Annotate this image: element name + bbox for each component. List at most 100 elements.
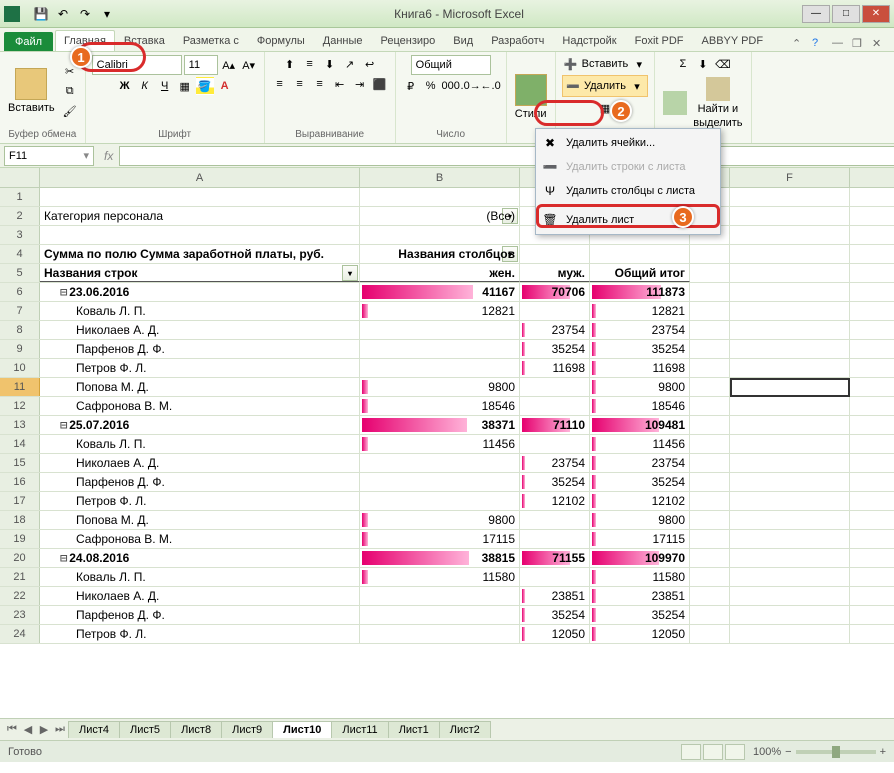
sheet-tab[interactable]: Лист2 [439, 721, 491, 738]
cell[interactable]: 11698 [520, 359, 590, 377]
align-center-icon[interactable]: ≡ [291, 75, 309, 93]
sheet-tab[interactable]: Лист9 [221, 721, 273, 738]
sheet-nav-last-icon[interactable]: ⏭ [52, 722, 68, 738]
delete-cells-label[interactable]: Удалить [584, 80, 626, 92]
cell[interactable] [690, 397, 730, 415]
row-header[interactable]: 21 [0, 568, 40, 586]
cell[interactable] [520, 302, 590, 320]
cell[interactable] [690, 435, 730, 453]
sort-filter-button[interactable] [661, 89, 689, 117]
row-header[interactable]: 20 [0, 549, 40, 567]
cell[interactable] [520, 378, 590, 396]
cell[interactable]: 12102 [590, 492, 690, 510]
row-header[interactable]: 23 [0, 606, 40, 624]
minimize-button[interactable]: — [802, 5, 830, 23]
sheet-tab[interactable]: Лист11 [331, 721, 388, 738]
cell[interactable] [690, 511, 730, 529]
cell[interactable] [730, 416, 850, 434]
close-button[interactable]: ✕ [862, 5, 890, 23]
cell[interactable]: 11456 [590, 435, 690, 453]
cell[interactable]: Николаев А. Д. [40, 321, 360, 339]
cell[interactable]: ⊟25.07.2016 [40, 416, 360, 434]
cell[interactable]: 12821 [590, 302, 690, 320]
align-left-icon[interactable]: ≡ [271, 75, 289, 93]
row-header[interactable]: 18 [0, 511, 40, 529]
row-header[interactable]: 14 [0, 435, 40, 453]
cell[interactable]: 35254 [520, 473, 590, 491]
cell[interactable]: 11580 [360, 568, 520, 586]
cell[interactable]: Николаев А. Д. [40, 587, 360, 605]
cell[interactable] [40, 226, 360, 244]
cell[interactable] [360, 188, 520, 206]
help-icon[interactable]: ? [812, 37, 826, 51]
col-header-f[interactable]: F [730, 168, 850, 187]
tab-view[interactable]: Вид [444, 30, 482, 51]
cell[interactable] [690, 416, 730, 434]
cell[interactable]: 35254 [590, 340, 690, 358]
cell[interactable] [730, 302, 850, 320]
cell[interactable]: 12050 [520, 625, 590, 643]
currency-icon[interactable]: ₽ [402, 77, 420, 95]
cell[interactable] [520, 435, 590, 453]
view-layout-icon[interactable] [703, 744, 723, 760]
cell[interactable] [730, 587, 850, 605]
cell[interactable] [730, 359, 850, 377]
row-header[interactable]: 2 [0, 207, 40, 225]
qat-more-icon[interactable]: ▾ [98, 5, 116, 23]
cell[interactable] [730, 321, 850, 339]
cell[interactable]: 11698 [590, 359, 690, 377]
merge-icon[interactable]: ⬛ [371, 75, 389, 93]
cell[interactable]: 35254 [520, 606, 590, 624]
row-header[interactable]: 8 [0, 321, 40, 339]
cell[interactable]: Парфенов Д. Ф. [40, 606, 360, 624]
tab-formulas[interactable]: Формулы [248, 30, 314, 51]
cell[interactable] [690, 340, 730, 358]
cell[interactable]: 23754 [590, 321, 690, 339]
doc-restore-icon[interactable]: ❐ [852, 37, 866, 51]
cell[interactable]: 38371 [360, 416, 520, 434]
comma-icon[interactable]: 000 [442, 77, 460, 95]
cell[interactable] [690, 359, 730, 377]
cell[interactable]: 12050 [590, 625, 690, 643]
cell[interactable]: 41167 [360, 283, 520, 301]
cell[interactable]: 109481 [590, 416, 690, 434]
cell[interactable]: ⊟24.08.2016 [40, 549, 360, 567]
autosum-icon[interactable]: Σ [674, 55, 692, 73]
zoom-in-icon[interactable]: + [880, 746, 886, 758]
cell[interactable]: 9800 [590, 511, 690, 529]
cell[interactable]: Попова М. Д. [40, 511, 360, 529]
sheet-nav-next-icon[interactable]: ▶ [36, 722, 52, 738]
doc-close-icon[interactable]: ✕ [872, 37, 886, 51]
cell[interactable]: 23851 [520, 587, 590, 605]
row-header[interactable]: 7 [0, 302, 40, 320]
cell[interactable]: 9800 [360, 511, 520, 529]
redo-icon[interactable]: ↷ [76, 5, 94, 23]
sheet-tab[interactable]: Лист10 [272, 721, 332, 738]
cell[interactable] [520, 397, 590, 415]
cell[interactable]: Коваль Л. П. [40, 302, 360, 320]
cell[interactable] [730, 435, 850, 453]
cell[interactable]: Коваль Л. П. [40, 435, 360, 453]
increase-decimal-icon[interactable]: .0→ [462, 77, 480, 95]
cell[interactable]: 18546 [590, 397, 690, 415]
decrease-decimal-icon[interactable]: ←.0 [482, 77, 500, 95]
percent-icon[interactable]: % [422, 77, 440, 95]
cell[interactable] [690, 492, 730, 510]
cell[interactable]: Общий итог [590, 264, 690, 282]
cell[interactable] [730, 568, 850, 586]
row-header[interactable]: 15 [0, 454, 40, 472]
cell[interactable] [730, 473, 850, 491]
menu-delete-cols[interactable]: Ψ Удалить столбцы с листа [538, 179, 718, 203]
cell[interactable]: ▾Названия строк [40, 264, 360, 282]
formula-input[interactable] [119, 146, 894, 166]
tab-abbyy[interactable]: ABBYY PDF [693, 30, 773, 51]
row-header[interactable]: 6 [0, 283, 40, 301]
cell[interactable] [690, 378, 730, 396]
cell[interactable] [730, 454, 850, 472]
cell[interactable] [730, 188, 850, 206]
cell[interactable]: 23851 [590, 587, 690, 605]
cell[interactable]: муж. [520, 264, 590, 282]
cell[interactable] [690, 473, 730, 491]
cell[interactable] [730, 207, 850, 225]
paste-button[interactable]: Вставить [6, 66, 57, 116]
